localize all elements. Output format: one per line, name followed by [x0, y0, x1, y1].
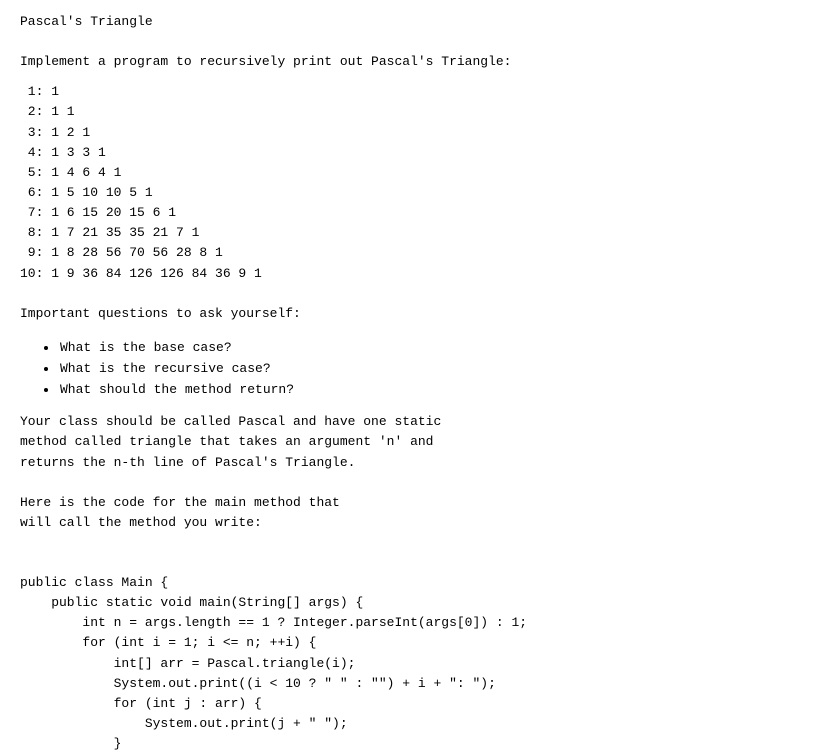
document-title: Pascal's Triangle: [20, 12, 820, 32]
code-block: public class Main { public static void m…: [20, 573, 820, 754]
triangle-output: 1: 1 2: 1 1 3: 1 2 1 4: 1 3 3 1 5: 1 4 6…: [20, 82, 820, 283]
code-intro-line: will call the method you write:: [20, 513, 820, 533]
questions-heading: Important questions to ask yourself:: [20, 304, 820, 324]
class-instruction-line: returns the n-th line of Pascal's Triang…: [20, 453, 820, 473]
question-item: What is the base case?: [58, 338, 820, 358]
questions-list: What is the base case?What is the recurs…: [20, 338, 820, 400]
question-item: What is the recursive case?: [58, 359, 820, 379]
class-instruction-line: method called triangle that takes an arg…: [20, 432, 820, 452]
class-instruction-line: Your class should be called Pascal and h…: [20, 412, 820, 432]
code-intro-line: Here is the code for the main method tha…: [20, 493, 820, 513]
question-item: What should the method return?: [58, 380, 820, 400]
intro-text: Implement a program to recursively print…: [20, 52, 820, 72]
